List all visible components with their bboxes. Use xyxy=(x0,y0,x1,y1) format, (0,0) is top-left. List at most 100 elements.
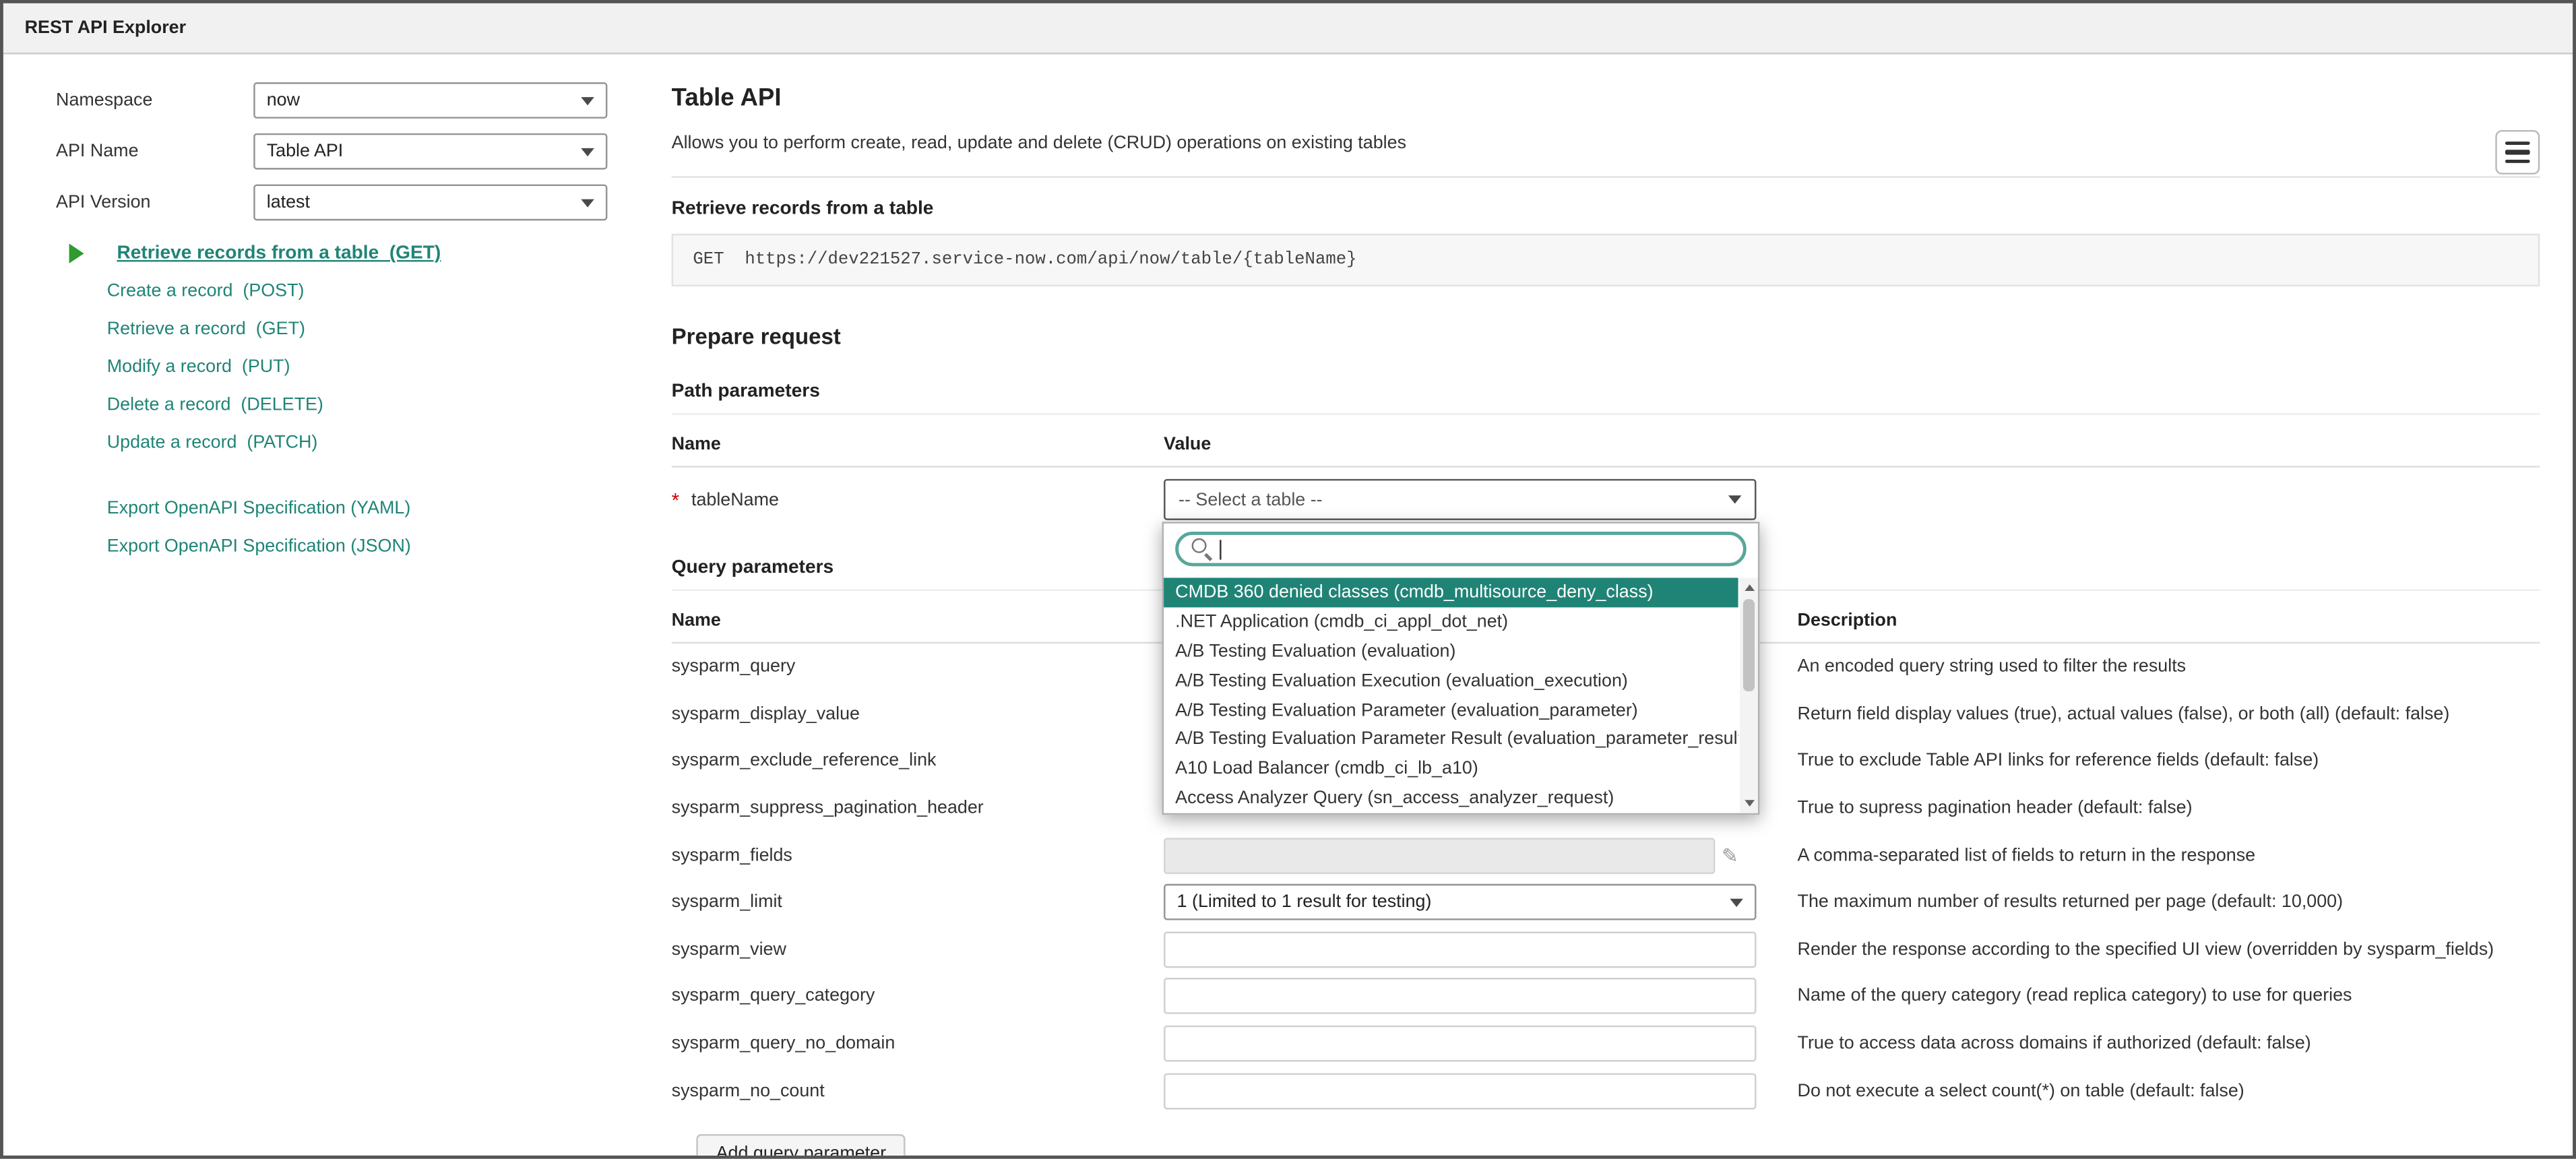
path-param-name: tableName xyxy=(691,490,779,509)
path-parameters-title: Path parameters xyxy=(672,382,2540,415)
rest-api-explorer-window: REST API Explorer Namespace now API Name… xyxy=(0,0,2576,1159)
param-description: True to supress pagination header (defau… xyxy=(1756,798,2540,818)
sidebar: Namespace now API Name Table API API Ver… xyxy=(3,55,646,1156)
table-option[interactable]: Access Analyzer Query (sn_access_analyze… xyxy=(1164,784,1738,813)
sysparm-query-no-domain-input[interactable] xyxy=(1164,1026,1756,1062)
required-icon: * xyxy=(672,488,691,511)
divider xyxy=(672,176,2540,177)
sysparm-view-input[interactable] xyxy=(1164,931,1756,968)
param-description: A comma-separated list of fields to retu… xyxy=(1756,846,2540,865)
hamburger-icon xyxy=(2505,141,2530,163)
chevron-down-icon xyxy=(1730,898,1743,906)
sidebar-endpoint-retrieve-records[interactable]: Retrieve records from a table (GET) xyxy=(117,244,441,263)
api-title: Table API xyxy=(672,84,2540,113)
api-name-field-row: API Name Table API xyxy=(56,133,646,170)
table-dropdown: CMDB 360 denied classes (cmdb_multisourc… xyxy=(1162,522,1760,815)
api-name-select-value: Table API xyxy=(267,142,344,161)
path-parameters-header: Name Value xyxy=(672,435,2540,468)
table-option[interactable]: A/B Testing Evaluation Parameter Result … xyxy=(1164,725,1738,755)
chevron-down-icon xyxy=(1728,495,1742,503)
export-openapi-yaml-link[interactable]: Export OpenAPI Specification (YAML) xyxy=(107,499,411,518)
param-name: sysparm_display_value xyxy=(672,704,1164,724)
query-param-row-sysparm-limit: sysparm_limit 1 (Limited to 1 result for… xyxy=(672,879,2540,926)
api-description: Allows you to perform create, read, upda… xyxy=(672,133,2540,153)
param-description: Do not execute a select count(*) on tabl… xyxy=(1756,1081,2540,1100)
param-description: Render the response according to the spe… xyxy=(1756,939,2540,959)
param-description: The maximum number of results returned p… xyxy=(1756,893,2540,912)
sysparm-fields-input xyxy=(1164,838,1715,874)
query-description-header: Description xyxy=(1756,610,2540,630)
namespace-select[interactable]: now xyxy=(253,82,607,119)
sidebar-endpoint-retrieve-record[interactable]: Retrieve a record (GET) xyxy=(107,319,305,339)
param-name: sysparm_limit xyxy=(672,893,1164,912)
api-version-label: API Version xyxy=(56,185,253,221)
sidebar-endpoint-update-record[interactable]: Update a record (PATCH) xyxy=(107,433,318,452)
query-name-header: Name xyxy=(672,610,1164,630)
request-url: GET https://dev221527.service-now.com/ap… xyxy=(672,234,2540,286)
nav-spacer xyxy=(56,468,646,496)
api-version-field-row: API Version latest xyxy=(56,185,646,221)
param-description: Name of the query category (read replica… xyxy=(1756,986,2540,1006)
prepare-request-title: Prepare request xyxy=(672,324,2540,349)
param-name: sysparm_exclude_reference_link xyxy=(672,751,1164,771)
query-param-row-sysparm-fields: sysparm_fields ✎ A comma-separated list … xyxy=(672,832,2540,879)
param-name: sysparm_fields xyxy=(672,846,1164,865)
namespace-field-row: Namespace now xyxy=(56,82,646,119)
dropdown-scrollbar[interactable] xyxy=(1740,577,1758,813)
chevron-down-icon xyxy=(581,96,594,104)
param-name: sysparm_view xyxy=(672,939,1164,959)
search-icon xyxy=(1192,538,1214,560)
main-panel: Table API Allows you to perform create, … xyxy=(646,55,2573,1156)
table-option[interactable]: A/B Testing Evaluation (evaluation) xyxy=(1164,637,1738,666)
param-description: An encoded query string used to filter t… xyxy=(1756,657,2540,677)
menu-button[interactable] xyxy=(2495,130,2540,175)
table-name-select-value: -- Select a table -- xyxy=(1179,490,1323,509)
active-endpoint-row: Retrieve records from a table (GET) xyxy=(56,244,646,263)
api-version-select-value: latest xyxy=(267,193,310,212)
param-description: True to access data across domains if au… xyxy=(1756,1034,2540,1053)
param-name: sysparm_query xyxy=(672,657,1164,677)
param-description: True to exclude Table API links for refe… xyxy=(1756,751,2540,771)
table-option[interactable]: A/B Testing Evaluation Parameter (evalua… xyxy=(1164,695,1738,725)
api-version-select[interactable]: latest xyxy=(253,185,607,221)
table-options-list: CMDB 360 denied classes (cmdb_multisourc… xyxy=(1164,577,1758,813)
api-name-label: API Name xyxy=(56,133,253,170)
edit-pencil-icon[interactable]: ✎ xyxy=(1722,844,1738,867)
table-name-select[interactable]: -- Select a table -- xyxy=(1164,479,1756,520)
param-name: sysparm_no_count xyxy=(672,1081,1164,1100)
endpoint-title: Retrieve records from a table xyxy=(672,199,2540,219)
text-cursor xyxy=(1220,539,1221,559)
scrollbar-thumb[interactable] xyxy=(1743,599,1755,691)
sysparm-limit-value: 1 (Limited to 1 result for testing) xyxy=(1177,893,1432,912)
path-parameter-row: * tableName -- Select a table -- xyxy=(672,468,2540,532)
param-name: sysparm_query_no_domain xyxy=(672,1034,1164,1053)
query-param-row-sysparm-query-no-domain: sysparm_query_no_domain True to access d… xyxy=(672,1020,2540,1067)
endpoint-nav: Retrieve records from a table (GET) Crea… xyxy=(56,244,646,559)
scroll-down-icon[interactable] xyxy=(1740,793,1758,813)
path-name-header: Name xyxy=(672,435,1164,454)
param-description: Return field display values (true), actu… xyxy=(1756,704,2540,724)
sysparm-query-category-input[interactable] xyxy=(1164,978,1756,1015)
param-name: sysparm_suppress_pagination_header xyxy=(672,798,1164,818)
table-option[interactable]: A10 Load Balancer (cmdb_ci_lb_a10) xyxy=(1164,755,1738,784)
window-titlebar: REST API Explorer xyxy=(3,3,2573,55)
export-openapi-json-link[interactable]: Export OpenAPI Specification (JSON) xyxy=(107,536,411,556)
sidebar-endpoint-create-record[interactable]: Create a record (POST) xyxy=(107,282,305,301)
param-name: sysparm_query_category xyxy=(672,986,1164,1006)
api-name-select[interactable]: Table API xyxy=(253,133,607,170)
table-option[interactable]: A/B Testing Evaluation Execution (evalua… xyxy=(1164,666,1738,696)
app-frame: REST API Explorer Namespace now API Name… xyxy=(0,0,2576,1159)
table-search-input[interactable] xyxy=(1175,532,1747,566)
table-option-selected[interactable]: CMDB 360 denied classes (cmdb_multisourc… xyxy=(1164,577,1738,607)
window-title: REST API Explorer xyxy=(25,18,186,38)
scroll-up-icon[interactable] xyxy=(1740,577,1758,597)
sidebar-endpoint-delete-record[interactable]: Delete a record (DELETE) xyxy=(107,395,323,414)
chevron-down-icon xyxy=(581,198,594,206)
sysparm-limit-select[interactable]: 1 (Limited to 1 result for testing) xyxy=(1164,884,1756,920)
sidebar-endpoint-modify-record[interactable]: Modify a record (PUT) xyxy=(107,357,290,377)
sysparm-no-count-input[interactable] xyxy=(1164,1073,1756,1109)
namespace-select-value: now xyxy=(267,90,300,110)
add-query-parameter-button[interactable]: Add query parameter xyxy=(696,1134,906,1159)
play-icon[interactable] xyxy=(69,244,84,263)
table-option[interactable]: .NET Application (cmdb_ci_appl_dot_net) xyxy=(1164,607,1738,637)
